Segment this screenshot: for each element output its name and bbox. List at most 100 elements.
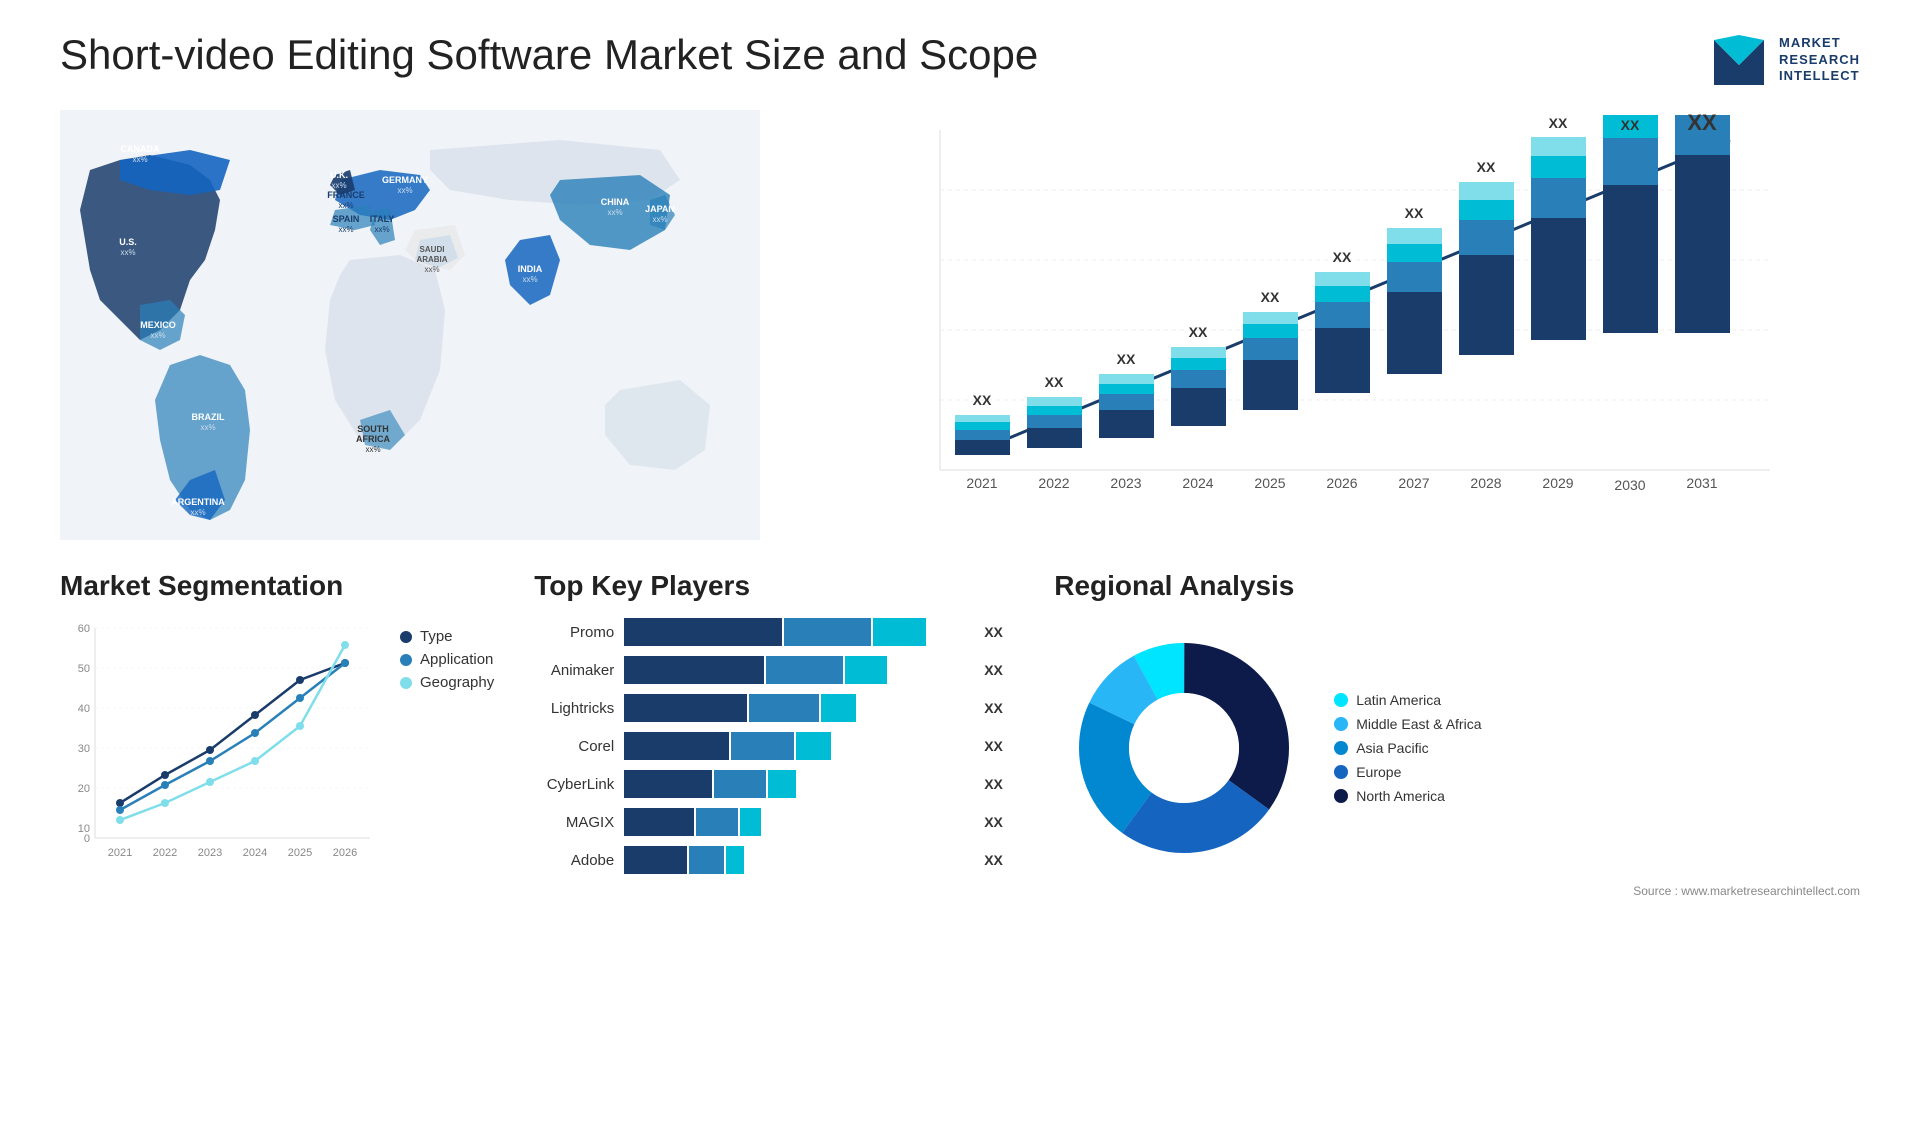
- legend-north-america: North America: [1334, 788, 1481, 804]
- svg-text:INDIA: INDIA: [518, 264, 543, 274]
- svg-text:SOUTH: SOUTH: [357, 424, 389, 434]
- bar-seg2: [766, 656, 843, 684]
- svg-text:CHINA: CHINA: [601, 197, 630, 207]
- player-val-promo: XX: [984, 624, 1014, 640]
- player-row-animaker: Animaker XX: [534, 656, 1014, 684]
- donut-container: Latin America Middle East & Africa Asia …: [1054, 618, 1860, 878]
- segmentation-chart: 60 50 40 30 20 10 0 2021 2022 2023 2024 …: [60, 618, 380, 878]
- svg-text:2031: 2031: [1686, 475, 1717, 491]
- bar-seg2: [784, 618, 872, 646]
- legend-type: Type: [400, 628, 494, 645]
- bar-seg3: [768, 770, 796, 798]
- legend-dot-europe: [1334, 765, 1348, 779]
- page-title: Short-video Editing Software Market Size…: [60, 30, 1038, 80]
- svg-text:2024: 2024: [1182, 475, 1213, 491]
- logo-container: MARKET RESEARCH INTELLECT: [1709, 30, 1860, 90]
- bar-seg3: [740, 808, 761, 836]
- svg-text:0: 0: [84, 833, 90, 845]
- header: Short-video Editing Software Market Size…: [60, 30, 1860, 90]
- svg-text:xx%: xx%: [190, 508, 205, 517]
- svg-text:XX: XX: [973, 392, 992, 408]
- player-bar-promo: [624, 618, 974, 646]
- growth-chart: XX 2021 XX 2022 XX 2023: [800, 110, 1860, 540]
- seg-legend: Type Application Geography: [400, 628, 494, 691]
- svg-text:2023: 2023: [1110, 475, 1141, 491]
- key-players-container: Top Key Players Promo XX Animaker: [534, 570, 1014, 874]
- player-row-cyberlink: CyberLink XX: [534, 770, 1014, 798]
- player-val-animaker: XX: [984, 662, 1014, 678]
- svg-text:xx%: xx%: [331, 181, 346, 190]
- legend-latin-america: Latin America: [1334, 692, 1481, 708]
- legend-dot-type: [400, 631, 412, 643]
- bar-seg3: [873, 618, 926, 646]
- bar-seg3: [726, 846, 744, 874]
- player-row-lightricks: Lightricks XX: [534, 694, 1014, 722]
- player-val-corel: XX: [984, 738, 1014, 754]
- svg-text:XX: XX: [1687, 110, 1717, 135]
- svg-text:XX: XX: [1117, 351, 1136, 367]
- player-val-cyberlink: XX: [984, 776, 1014, 792]
- bar-seg3: [821, 694, 856, 722]
- segmentation-title: Market Segmentation: [60, 570, 494, 602]
- svg-text:FRANCE: FRANCE: [327, 190, 365, 200]
- regional-container: Regional Analysis: [1054, 570, 1860, 898]
- svg-text:2024: 2024: [243, 847, 267, 859]
- svg-text:CANADA: CANADA: [121, 144, 160, 154]
- svg-text:2026: 2026: [333, 847, 357, 859]
- player-bar-lightricks: [624, 694, 974, 722]
- regional-title: Regional Analysis: [1054, 570, 1860, 602]
- bar-seg2: [731, 732, 794, 760]
- bar-seg3: [845, 656, 887, 684]
- player-name-lightricks: Lightricks: [534, 700, 614, 717]
- bar-seg1: [624, 618, 782, 646]
- svg-text:ITALY: ITALY: [370, 214, 395, 224]
- bar-seg2: [749, 694, 819, 722]
- svg-text:xx%: xx%: [607, 208, 622, 217]
- donut-chart: [1054, 618, 1314, 878]
- player-row-adobe: Adobe XX: [534, 846, 1014, 874]
- svg-text:BRAZIL: BRAZIL: [192, 412, 225, 422]
- svg-text:20: 20: [78, 783, 90, 795]
- players-list: Promo XX Animaker XX: [534, 618, 1014, 874]
- player-val-adobe: XX: [984, 852, 1014, 868]
- player-val-lightricks: XX: [984, 700, 1014, 716]
- source-text: Source : www.marketresearchintellect.com: [1054, 884, 1860, 898]
- player-row-promo: Promo XX: [534, 618, 1014, 646]
- legend-dot-application: [400, 654, 412, 666]
- svg-text:JAPAN: JAPAN: [645, 204, 675, 214]
- svg-text:XX: XX: [1261, 289, 1280, 305]
- svg-text:GERMANY: GERMANY: [382, 175, 428, 185]
- svg-text:xx%: xx%: [338, 225, 353, 234]
- player-name-magix: MAGIX: [534, 814, 614, 831]
- svg-text:XX: XX: [1477, 159, 1496, 175]
- bar-seg1: [624, 846, 687, 874]
- player-bar-magix: [624, 808, 974, 836]
- svg-text:2021: 2021: [108, 847, 132, 859]
- svg-text:U.S.: U.S.: [119, 237, 137, 247]
- top-section: CANADA xx% U.S. xx% MEXICO xx% BRAZIL xx…: [60, 110, 1860, 540]
- segmentation-container: Market Segmentation 60: [60, 570, 494, 883]
- legend-dot-geography: [400, 677, 412, 689]
- bar-seg1: [624, 770, 712, 798]
- legend-geography: Geography: [400, 674, 494, 691]
- logo-box: MARKET RESEARCH INTELLECT: [1709, 30, 1860, 90]
- svg-text:AFRICA: AFRICA: [356, 434, 390, 444]
- player-name-cyberlink: CyberLink: [534, 776, 614, 793]
- bar-seg1: [624, 732, 729, 760]
- bar-seg3: [796, 732, 831, 760]
- svg-text:2022: 2022: [153, 847, 177, 859]
- svg-text:2023: 2023: [198, 847, 222, 859]
- svg-text:ARGENTINA: ARGENTINA: [171, 497, 225, 507]
- logo-icon: [1709, 30, 1769, 90]
- player-row-corel: Corel XX: [534, 732, 1014, 760]
- page-wrapper: Short-video Editing Software Market Size…: [0, 0, 1920, 1146]
- bar-seg1: [624, 694, 747, 722]
- legend-middle-east-africa: Middle East & Africa: [1334, 716, 1481, 732]
- legend-dot-asia-pacific: [1334, 741, 1348, 755]
- player-name-animaker: Animaker: [534, 662, 614, 679]
- svg-text:SAUDI: SAUDI: [420, 245, 445, 254]
- bottom-section: Market Segmentation 60: [60, 570, 1860, 898]
- donut-legend: Latin America Middle East & Africa Asia …: [1334, 692, 1481, 804]
- svg-text:xx%: xx%: [374, 225, 389, 234]
- svg-text:2030: 2030: [1614, 477, 1645, 493]
